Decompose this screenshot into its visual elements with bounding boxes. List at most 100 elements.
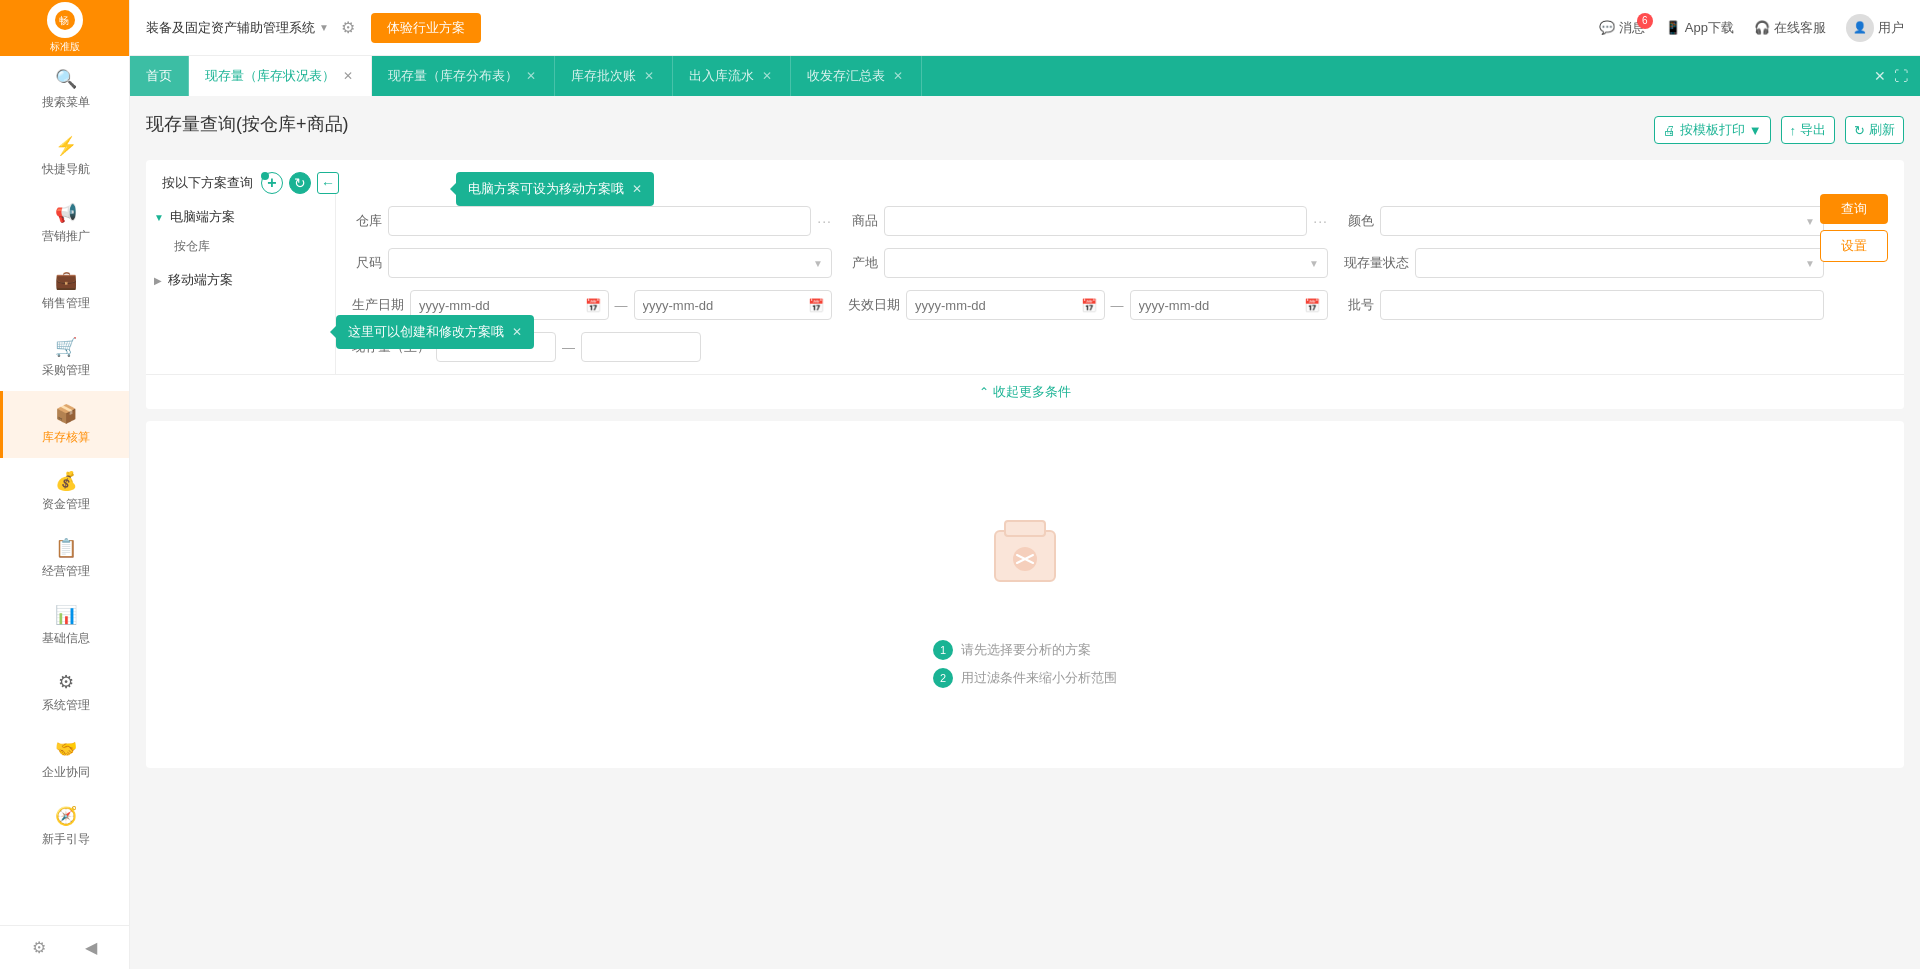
tab-expand-btn[interactable]: ⛶ [1894, 68, 1908, 84]
tab-in-out-flow[interactable]: 出入库流水 ✕ [673, 56, 791, 96]
sidebar-logo: 畅 标准版 [0, 0, 129, 56]
stock-status-field: 现存量状态 ▼ [1344, 248, 1824, 278]
filter-panel: 按以下方案查询 + ↻ ← ▼ 电脑端方案 [146, 160, 1904, 409]
system-name: 装备及固定资产辅助管理系统 [146, 19, 315, 37]
export-btn[interactable]: ↑ 导出 [1781, 116, 1836, 144]
origin-select[interactable]: ▼ [884, 248, 1328, 278]
main-area: 装备及固定资产辅助管理系统 ▼ ⚙ 体验行业方案 💬 消息 6 📱 App下载 … [130, 0, 1920, 969]
tab-in-out-flow-close[interactable]: ✕ [760, 67, 774, 85]
refresh-btn[interactable]: ↻ 刷新 [1845, 116, 1904, 144]
operations-icon: 📋 [55, 537, 77, 559]
online-support-btn[interactable]: 🎧 在线客服 [1754, 19, 1826, 37]
tooltip-pc-arrow [450, 183, 456, 195]
sidebar-item-cooperation[interactable]: 🤝 企业协同 [0, 726, 129, 793]
sidebar-item-label: 企业协同 [42, 764, 90, 781]
sidebar-item-system[interactable]: ⚙ 系统管理 [0, 659, 129, 726]
warehouse-more-btn[interactable]: ··· [817, 213, 832, 229]
prod-date-start-calendar-icon[interactable]: 📅 [585, 298, 601, 313]
collapse-arrow: ⌃ [979, 385, 989, 399]
collapse-bar[interactable]: ⌃ 收起更多条件 [146, 374, 1904, 409]
tab-receive-summary-close[interactable]: ✕ [891, 67, 905, 85]
svg-text:畅: 畅 [59, 15, 69, 26]
color-field: 颜色 ▼ [1344, 206, 1824, 236]
sidebar-item-search[interactable]: 🔍 搜索菜单 [0, 56, 129, 123]
batch-no-input[interactable] [1380, 290, 1824, 320]
stock-status-select[interactable]: ▼ [1415, 248, 1824, 278]
sidebar-collapse-btn[interactable]: ◀ [85, 938, 97, 957]
sidebar-item-basic[interactable]: 📊 基础信息 [0, 592, 129, 659]
color-select[interactable]: ▼ [1380, 206, 1824, 236]
expire-date-field: 失效日期 📅 — 📅 [848, 290, 1328, 320]
system-selector[interactable]: 装备及固定资产辅助管理系统 ▼ [146, 19, 329, 37]
sidebar-item-marketing[interactable]: 📢 营销推广 [0, 190, 129, 257]
tab-inventory-dist[interactable]: 现存量（库存分布表） ✕ [372, 56, 555, 96]
prod-date-end[interactable] [634, 290, 833, 320]
reset-btn[interactable]: 设置 [1820, 230, 1888, 262]
tab-inventory-status[interactable]: 现存量（库存状况表） ✕ [189, 56, 372, 96]
warehouse-field: 仓库 ··· [352, 206, 832, 236]
print-btn[interactable]: 🖨 按模板打印 ▼ [1654, 116, 1771, 144]
sidebar-item-finance[interactable]: 💰 资金管理 [0, 458, 129, 525]
mobile-scheme-item[interactable]: ▶ 移动端方案 [146, 265, 335, 295]
sidebar-item-guide[interactable]: 🧭 新手引导 [0, 793, 129, 860]
tab-inventory-status-label: 现存量（库存状况表） [205, 67, 335, 85]
query-btn[interactable]: 查询 [1820, 194, 1888, 224]
goods-input[interactable] [884, 206, 1307, 236]
tab-inventory-dist-close[interactable]: ✕ [524, 67, 538, 85]
tabs-bar: 首页 现存量（库存状况表） ✕ 现存量（库存分布表） ✕ 库存批次账 ✕ 出入库… [130, 56, 1920, 96]
pc-scheme-item[interactable]: ▼ 电脑端方案 [146, 202, 335, 232]
filter-refresh-btn[interactable]: ↻ [289, 172, 311, 194]
tab-close-all-btn[interactable]: ✕ [1874, 68, 1886, 84]
sidebar-item-operations[interactable]: 📋 经营管理 [0, 525, 129, 592]
size-select[interactable]: ▼ [388, 248, 832, 278]
tab-home[interactable]: 首页 [130, 56, 189, 96]
warehouse-input[interactable] [388, 206, 811, 236]
tab-inventory-status-close[interactable]: ✕ [341, 67, 355, 85]
size-arrow: ▼ [813, 258, 823, 269]
pc-scheme-child-1[interactable]: 按仓库 [166, 232, 335, 261]
sidebar-item-inventory[interactable]: 📦 库存核算 [0, 391, 129, 458]
sidebar-item-sales[interactable]: 💼 销售管理 [0, 257, 129, 324]
tooltip-pc-close[interactable]: ✕ [632, 182, 642, 196]
tab-receive-summary[interactable]: 收发存汇总表 ✕ [791, 56, 922, 96]
user-menu-btn[interactable]: 👤 用户 [1846, 14, 1904, 42]
finance-icon: 💰 [55, 470, 77, 492]
sidebar-item-label: 经营管理 [42, 563, 90, 580]
sidebar-item-purchase[interactable]: 🛒 采购管理 [0, 324, 129, 391]
user-label: 用户 [1878, 19, 1904, 37]
goods-more-btn[interactable]: ··· [1313, 213, 1328, 229]
system-icon: ⚙ [58, 671, 74, 693]
tab-batch-account[interactable]: 库存批次账 ✕ [555, 56, 673, 96]
marketing-icon: 📢 [55, 202, 77, 224]
empty-steps: 1 请先选择要分析的方案 2 用过滤条件来缩小分析范围 [933, 640, 1117, 688]
expire-date-end-calendar-icon[interactable]: 📅 [1304, 298, 1320, 313]
logo-text: 标准版 [50, 40, 80, 54]
expire-date-start-calendar-icon[interactable]: 📅 [1081, 298, 1097, 313]
prod-date-end-calendar-icon[interactable]: 📅 [808, 298, 824, 313]
prod-date-end-wrap: 📅 [634, 290, 833, 320]
pc-scheme-children: 按仓库 [146, 232, 335, 261]
expire-date-label: 失效日期 [848, 296, 900, 314]
industry-btn[interactable]: 体验行业方案 [371, 13, 481, 43]
app-download-btn[interactable]: 📱 App下载 [1665, 19, 1734, 37]
expire-date-end[interactable] [1130, 290, 1329, 320]
sidebar-settings-btn[interactable]: ⚙ [32, 938, 46, 957]
tab-in-out-flow-label: 出入库流水 [689, 67, 754, 85]
sidebar-item-label: 营销推广 [42, 228, 90, 245]
purchase-icon: 🛒 [55, 336, 77, 358]
tooltip-edit-close[interactable]: ✕ [512, 325, 522, 339]
messages-badge: 6 [1637, 13, 1653, 29]
tooltip-edit-arrow [330, 326, 336, 338]
filter-row-2: 尺码 ▼ 产地 ▼ [352, 248, 1824, 278]
sidebar-item-quick-nav[interactable]: ⚡ 快捷导航 [0, 123, 129, 190]
topbar-settings-btn[interactable]: ⚙ [341, 18, 355, 37]
stock-qty-max[interactable] [581, 332, 701, 362]
tab-batch-account-close[interactable]: ✕ [642, 67, 656, 85]
messages-btn[interactable]: 💬 消息 6 [1599, 19, 1645, 37]
sidebar-item-label: 搜索菜单 [42, 94, 90, 111]
stock-status-label: 现存量状态 [1344, 254, 1409, 272]
tab-receive-summary-label: 收发存汇总表 [807, 67, 885, 85]
filter-back-btn[interactable]: ← [317, 172, 339, 194]
tooltip-pc-text: 电脑方案可设为移动方案哦 [468, 180, 624, 198]
expire-date-start[interactable] [906, 290, 1105, 320]
